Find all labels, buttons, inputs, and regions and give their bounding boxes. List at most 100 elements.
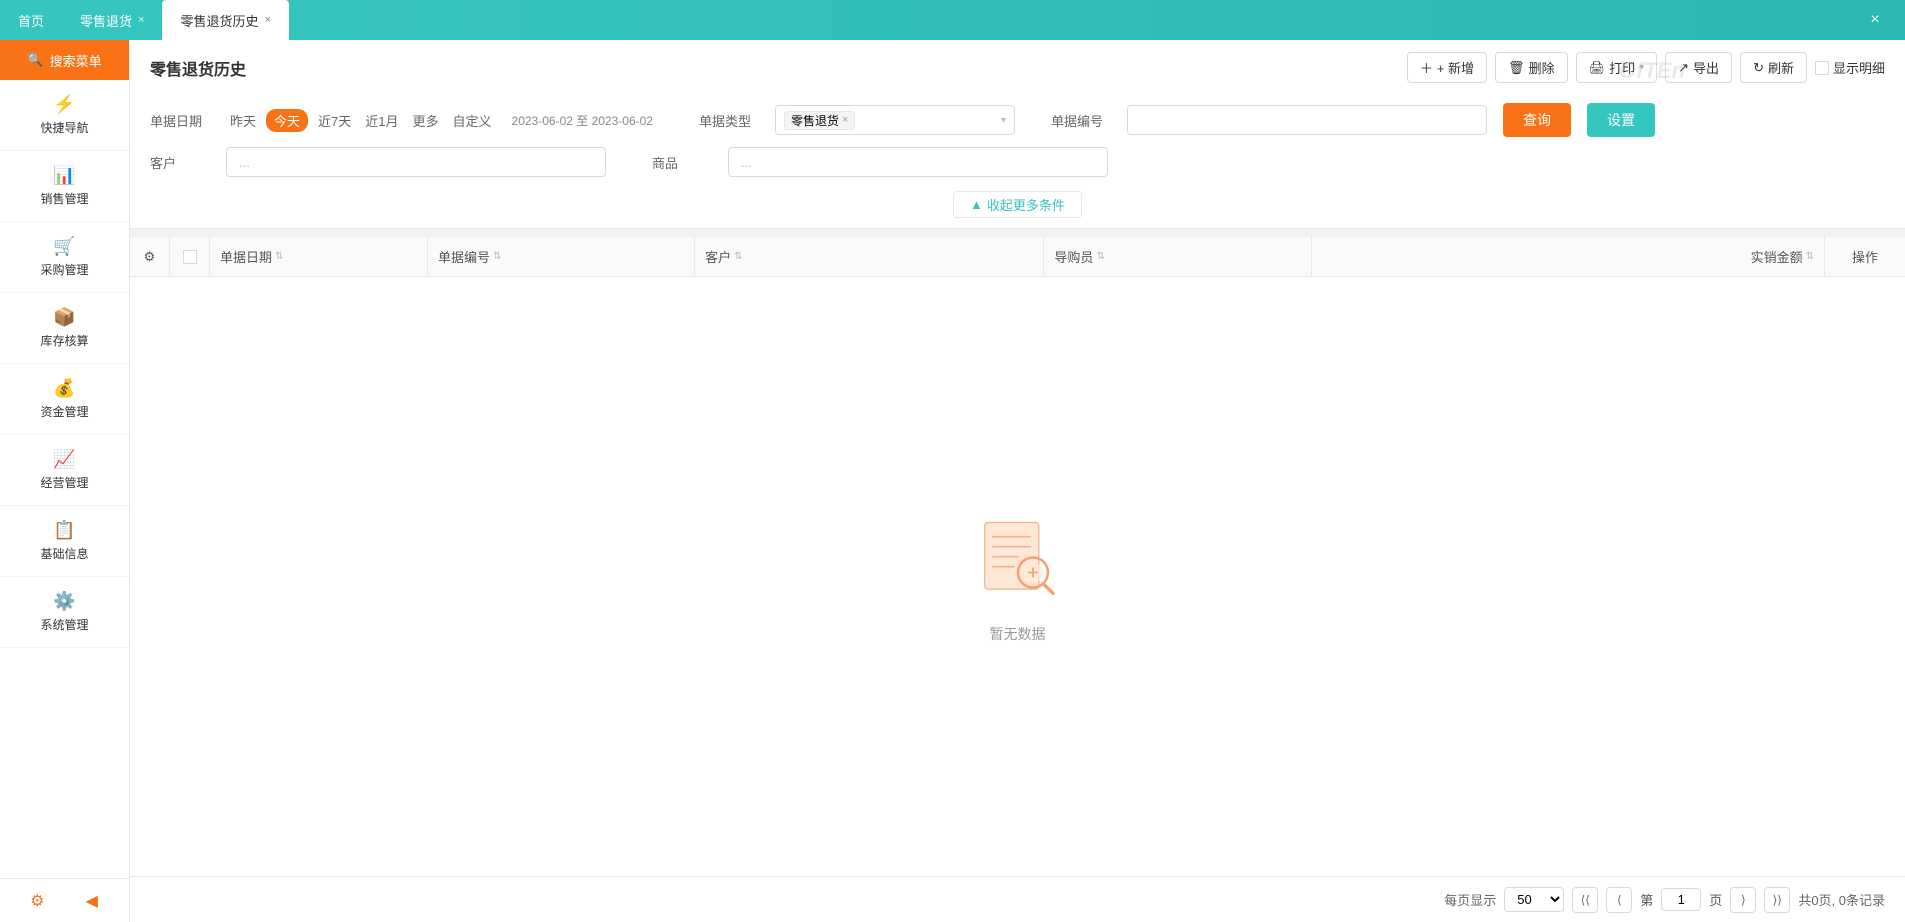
pagination: 每页显示 10 20 50 100 ⟨⟨ ⟨ 第 页 ⟩ ⟩⟩ 共0页, 0条记… <box>130 876 1905 922</box>
th-amount-label: 实销金额 <box>1751 247 1803 266</box>
date-1month[interactable]: 近1月 <box>361 109 402 132</box>
sidebar-item-system[interactable]: ⚙️ 系统管理 <box>0 577 129 648</box>
sidebar-item-basic-info-label: 基础信息 <box>40 545 88 562</box>
delete-icon: 🗑 <box>1508 60 1525 76</box>
sidebar-item-sales[interactable]: 📊 销售管理 <box>0 151 129 222</box>
search-icon: 🔍 <box>27 52 43 68</box>
date-sort-icon: ⇅ <box>275 251 283 262</box>
th-id-label: 单据编号 <box>438 247 490 266</box>
page-label-after: 页 <box>1709 890 1722 909</box>
print-button[interactable]: 🖨 打印 ▾ <box>1576 52 1658 83</box>
sidebar-item-operations-label: 经营管理 <box>40 474 88 491</box>
finance-icon: 💰 <box>53 378 75 399</box>
th-customer[interactable]: 客户 ⇅ <box>695 237 1044 276</box>
page-first-button[interactable]: ⟨⟨ <box>1572 887 1598 913</box>
customer-filter-input[interactable]: ... <box>226 147 606 177</box>
page-prev-button[interactable]: ⟨ <box>1606 887 1632 913</box>
refresh-icon: ↻ <box>1753 60 1764 76</box>
page-next-button[interactable]: ⟩ <box>1730 887 1756 913</box>
th-settings[interactable]: ⚙ <box>130 237 170 276</box>
window-close-button[interactable]: × <box>1861 6 1889 34</box>
display-checkbox[interactable] <box>1815 61 1829 75</box>
voucher-id-input[interactable] <box>1127 105 1487 135</box>
new-icon: ＋ <box>1420 58 1433 77</box>
voucher-type-tag-close[interactable]: × <box>842 114 848 126</box>
new-button[interactable]: ＋ + 新增 <box>1407 52 1487 83</box>
operations-icon: 📈 <box>53 449 75 470</box>
tab-retail-return-history[interactable]: 零售退货历史 × <box>162 0 288 40</box>
voucher-type-label: 单据类型 <box>699 111 759 130</box>
date-custom[interactable]: 自定义 <box>449 109 496 132</box>
display-label: 显示明细 <box>1833 58 1885 77</box>
tab-retail-return-history-close[interactable]: × <box>264 14 270 26</box>
sidebar-item-system-label: 系统管理 <box>40 616 88 633</box>
print-icon: 🖨 <box>1589 60 1606 76</box>
collapse-button[interactable]: ▲ 收起更多条件 <box>953 191 1082 218</box>
collapse-up-icon: ▲ <box>970 197 983 212</box>
main-layout: 🔍 搜索菜单 ⚡ 快捷导航 📊 销售管理 🛒 采购管理 📦 库存核算 💰 <box>0 40 1905 922</box>
page-title-row: 零售退货历史 ＋ + 新增 🗑 删除 🖨 打印 ▾ <box>150 52 1885 93</box>
tab-retail-return-label: 零售退货 <box>80 11 132 30</box>
voucher-type-arrow: ▾ <box>1001 115 1006 126</box>
voucher-type-select[interactable]: 零售退货 × ▾ <box>775 105 1015 135</box>
refresh-button[interactable]: ↻ 刷新 <box>1740 52 1807 83</box>
toolbar: ＋ + 新增 🗑 删除 🖨 打印 ▾ ↗ 导出 <box>1407 52 1885 83</box>
filter-area: 单据日期 昨天 今天 近7天 近1月 更多 自定义 2023-06-02 至 2… <box>150 93 1885 228</box>
sidebar-item-finance-label: 资金管理 <box>40 403 88 420</box>
sidebar-collapse-button[interactable]: ◀ <box>77 886 107 916</box>
sidebar-item-quick-nav[interactable]: ⚡ 快捷导航 <box>0 80 129 151</box>
customer-filter-label: 客户 <box>150 153 210 172</box>
page-total: 共0页, 0条记录 <box>1798 890 1885 909</box>
date-yesterday[interactable]: 昨天 <box>226 109 260 132</box>
sidebar-search-button[interactable]: 🔍 搜索菜单 <box>0 40 129 80</box>
display-toggle[interactable]: 显示明细 <box>1815 58 1885 77</box>
tab-home[interactable]: 首页 <box>0 0 62 40</box>
tab-retail-return-close[interactable]: × <box>138 14 144 26</box>
th-amount[interactable]: 实销金额 ⇅ <box>1312 237 1825 276</box>
amount-sort-icon: ⇅ <box>1806 251 1814 262</box>
goods-filter-label: 商品 <box>652 153 712 172</box>
th-customer-label: 客户 <box>705 247 731 266</box>
page-number-input[interactable] <box>1661 888 1701 911</box>
export-button[interactable]: ↗ 导出 <box>1665 52 1732 83</box>
empty-state: 暂无数据 <box>968 510 1068 644</box>
sidebar-item-purchase[interactable]: 🛒 采购管理 <box>0 222 129 293</box>
collapse-row: ▲ 收起更多条件 <box>150 187 1885 228</box>
settings-gear-icon: ⚙ <box>144 249 156 265</box>
goods-filter-input[interactable]: ... <box>728 147 1108 177</box>
sidebar-item-inventory[interactable]: 📦 库存核算 <box>0 293 129 364</box>
customer-ellipsis: ... <box>239 155 250 170</box>
delete-label: 删除 <box>1529 58 1555 77</box>
sidebar-item-basic-info[interactable]: 📋 基础信息 <box>0 506 129 577</box>
page-last-button[interactable]: ⟩⟩ <box>1764 887 1790 913</box>
th-id[interactable]: 单据编号 ⇅ <box>428 237 695 276</box>
table-wrapper: ⚙ 单据日期 ⇅ 单据编号 ⇅ 客户 ⇅ 导购员 <box>130 237 1905 922</box>
tab-retail-return[interactable]: 零售退货 × <box>62 0 162 40</box>
delete-button[interactable]: 🗑 删除 <box>1495 52 1568 83</box>
sidebar-item-operations[interactable]: 📈 经营管理 <box>0 435 129 506</box>
per-page-label: 每页显示 <box>1444 890 1496 909</box>
sidebar-gear-button[interactable]: ⚙ <box>22 886 52 916</box>
per-page-select[interactable]: 10 20 50 100 <box>1504 887 1564 912</box>
sidebar-item-finance[interactable]: 💰 资金管理 <box>0 364 129 435</box>
quick-nav-icon: ⚡ <box>53 94 75 115</box>
date-7days[interactable]: 近7天 <box>314 109 355 132</box>
setting-button[interactable]: 设置 <box>1587 103 1655 137</box>
sidebar-item-inventory-label: 库存核算 <box>40 332 88 349</box>
export-icon: ↗ <box>1678 60 1689 76</box>
th-guide-label: 导购员 <box>1054 247 1093 266</box>
date-today[interactable]: 今天 <box>266 109 308 132</box>
purchase-icon: 🛒 <box>53 236 75 257</box>
filter-row-2: 客户 ... 商品 ... <box>150 147 1885 187</box>
th-guide[interactable]: 导购员 ⇅ <box>1044 237 1311 276</box>
th-date[interactable]: 单据日期 ⇅ <box>210 237 428 276</box>
table-header: ⚙ 单据日期 ⇅ 单据编号 ⇅ 客户 ⇅ 导购员 <box>130 237 1905 277</box>
export-label: 导出 <box>1693 58 1719 77</box>
voucher-type-tag: 零售退货 × <box>784 111 855 130</box>
th-checkbox[interactable] <box>170 237 210 276</box>
query-button[interactable]: 查询 <box>1503 103 1571 137</box>
date-more[interactable]: 更多 <box>409 109 443 132</box>
select-all-checkbox[interactable] <box>183 250 197 264</box>
print-dropdown-icon: ▾ <box>1639 62 1644 73</box>
th-date-label: 单据日期 <box>220 247 272 266</box>
